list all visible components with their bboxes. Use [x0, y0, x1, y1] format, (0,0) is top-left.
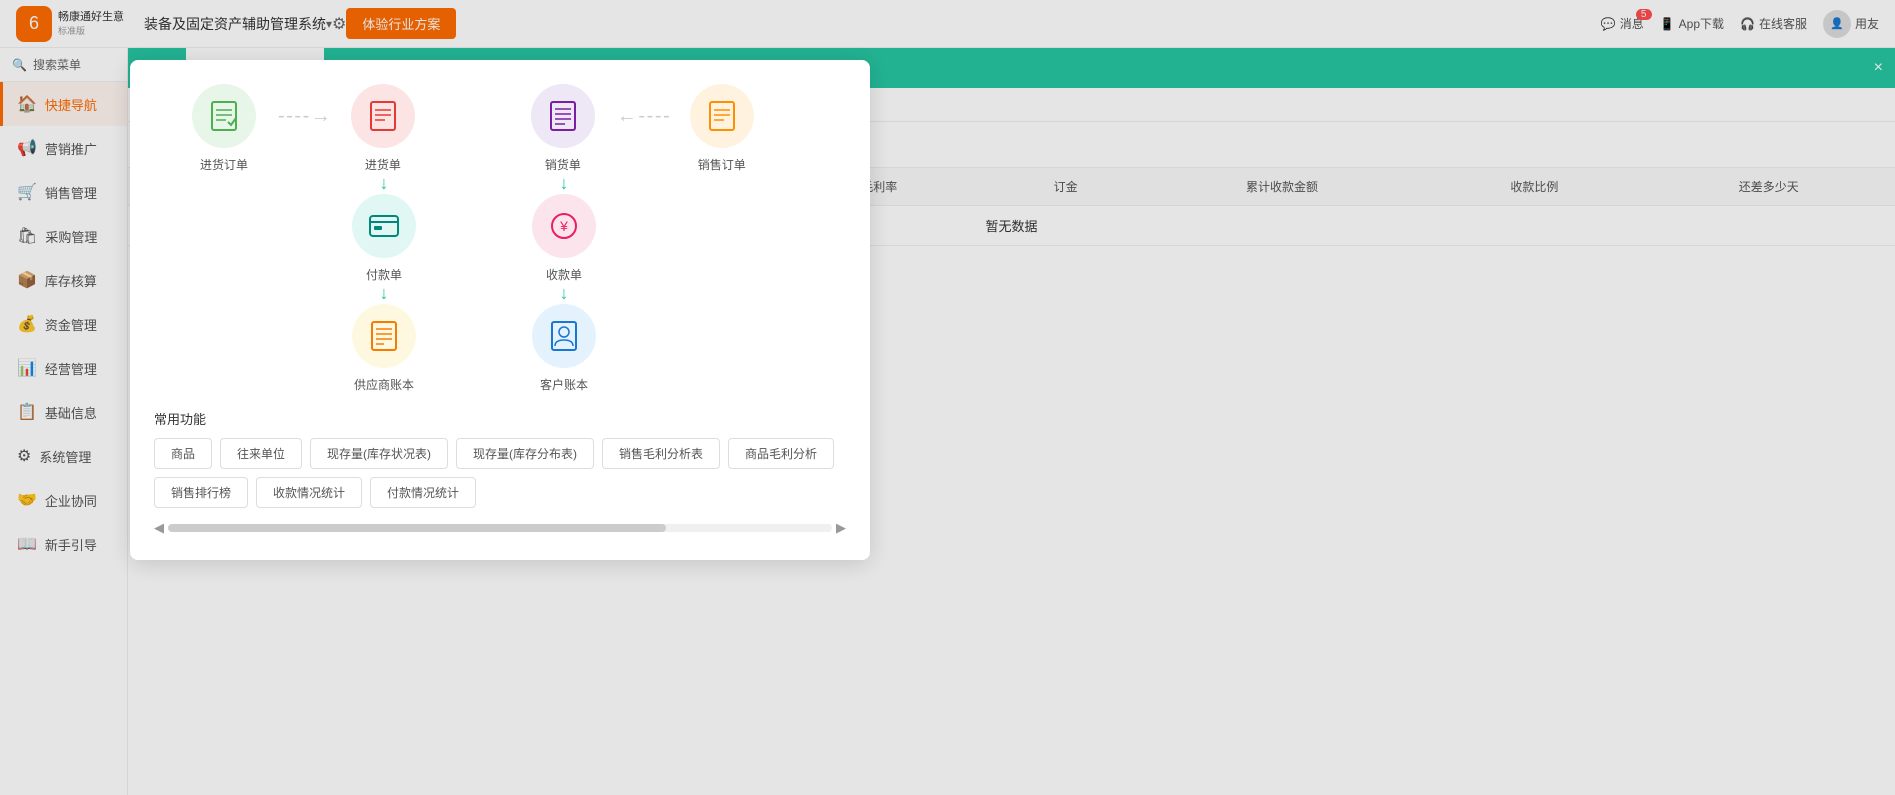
- svg-text:¥: ¥: [559, 218, 568, 234]
- flow-circle-purchase-doc: [351, 84, 415, 148]
- flow-circle-sales-order: [690, 84, 754, 148]
- func-btn-sales-ranking[interactable]: 销售排行榜: [154, 477, 248, 508]
- func-btn-product[interactable]: 商品: [154, 438, 212, 469]
- flow-node-payment[interactable]: 付款单: [334, 194, 434, 283]
- func-btn-stock-status[interactable]: 现存量(库存状况表): [310, 438, 448, 469]
- scroll-left-arrow[interactable]: ◀: [154, 520, 164, 536]
- flow-circle-customer-ledger: [532, 304, 596, 368]
- flow-circle-payment: [352, 194, 416, 258]
- scroll-right-arrow[interactable]: ▶: [836, 520, 846, 536]
- func-btn-payment-stats[interactable]: 付款情况统计: [370, 477, 476, 508]
- func-btn-product-profit[interactable]: 商品毛利分析: [728, 438, 834, 469]
- arrow-sales-order-to-doc: ← - - - -: [617, 105, 668, 128]
- func-buttons-row2: 销售排行榜 收款情况统计 付款情况统计: [154, 477, 846, 508]
- func-btn-stock-dist[interactable]: 现存量(库存分布表): [456, 438, 594, 469]
- flow-modal: 进货订单 - - - - → 进货单: [130, 60, 870, 560]
- flow-node-customer-ledger[interactable]: 客户账本: [514, 304, 614, 393]
- func-btn-sales-profit[interactable]: 销售毛利分析表: [602, 438, 720, 469]
- app-wrapper: 6 畅康通好生意 标准版 装备及固定资产辅助管理系统 ▾ ⚙ 体验行业方案 💬 …: [0, 0, 1895, 795]
- flow-circle-receipt: ¥: [532, 194, 596, 258]
- common-functions-title: 常用功能: [154, 409, 846, 428]
- flow-node-receipt[interactable]: ¥ 收款单: [514, 194, 614, 283]
- flow-node-purchase-order[interactable]: 进货订单: [174, 84, 274, 173]
- flow-circle-purchase-order: [192, 84, 256, 148]
- common-functions: 常用功能 商品 往来单位 现存量(库存状况表) 现存量(库存分布表) 销售毛利分…: [154, 409, 846, 508]
- flow-node-sales-order[interactable]: 销售订单: [672, 84, 772, 173]
- func-buttons: 商品 往来单位 现存量(库存状况表) 现存量(库存分布表) 销售毛利分析表 商品…: [154, 438, 846, 469]
- flow-node-purchase-doc[interactable]: 进货单: [333, 84, 433, 173]
- arrow-purchase-order-to-doc: - - - - →: [278, 105, 329, 128]
- func-btn-supplier[interactable]: 往来单位: [220, 438, 302, 469]
- flow-node-supplier-ledger[interactable]: 供应商账本: [334, 304, 434, 393]
- func-btn-receipt-stats[interactable]: 收款情况统计: [256, 477, 362, 508]
- flow-node-sales-doc[interactable]: 销货单: [513, 84, 613, 173]
- modal-overlay[interactable]: 进货订单 - - - - → 进货单: [0, 0, 1895, 795]
- flow-circle-supplier-ledger: [352, 304, 416, 368]
- flow-circle-sales-doc: [531, 84, 595, 148]
